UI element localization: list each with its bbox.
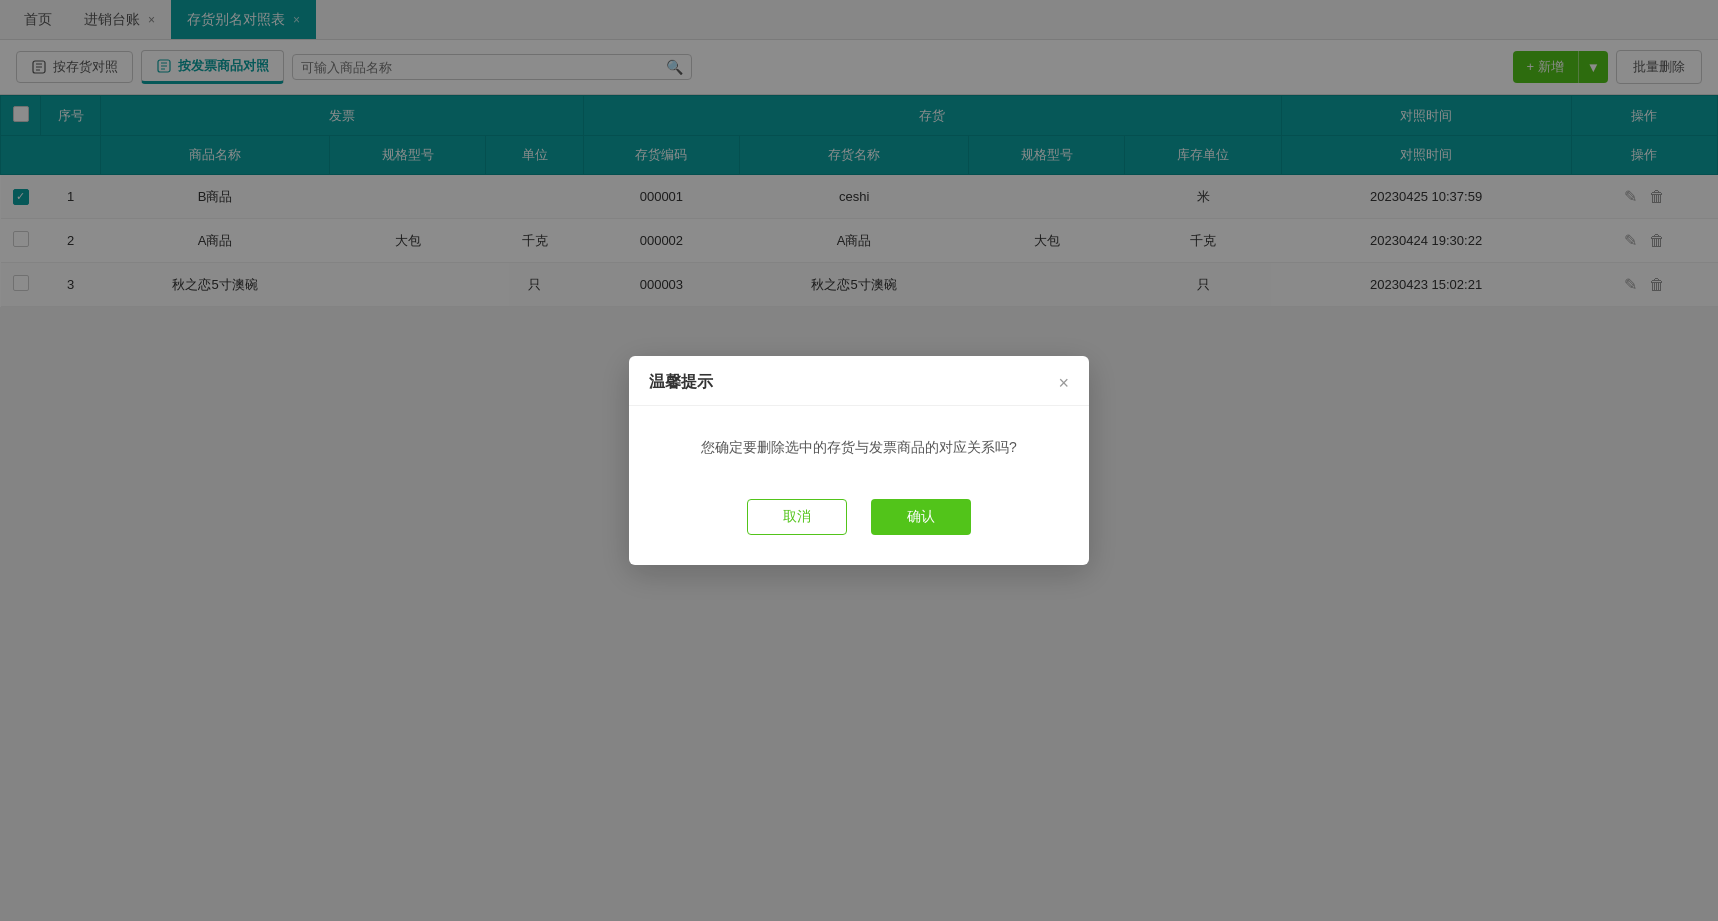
dialog-overlay: 温馨提示 × 您确定要删除选中的存货与发票商品的对应关系吗? 取消 确认: [0, 0, 1718, 307]
